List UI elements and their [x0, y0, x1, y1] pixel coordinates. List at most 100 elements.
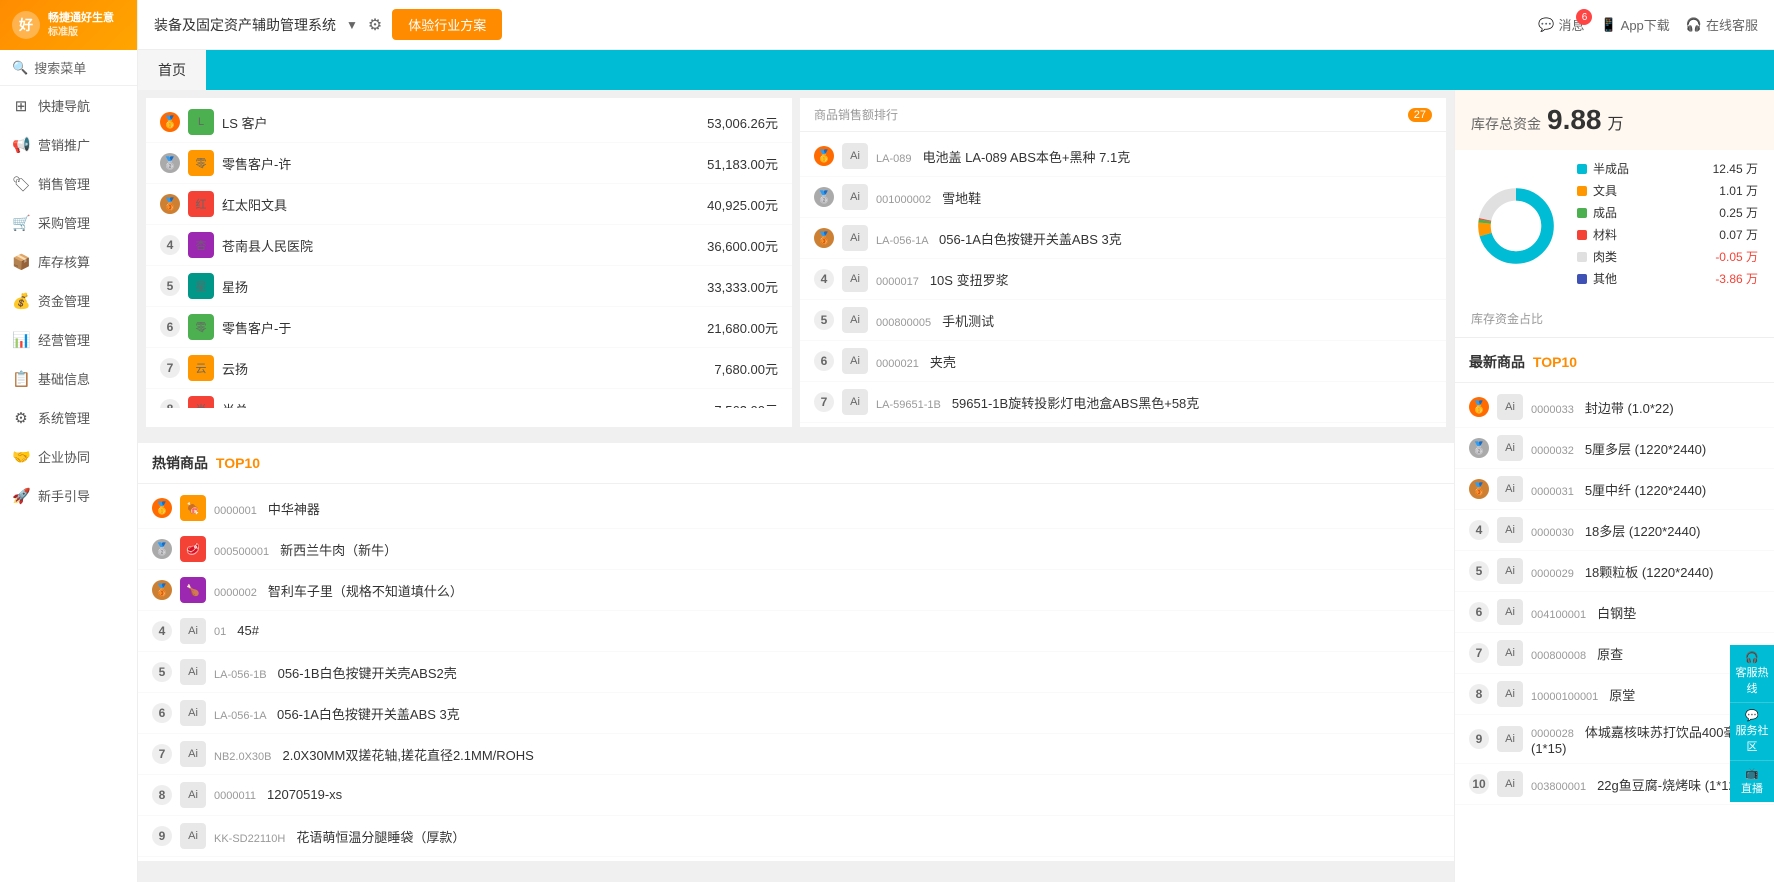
customer-rank-item-4: 4 杏 苍南县人民医院 36,600.00元	[146, 225, 792, 266]
hot-product-5: 5 Ai LA-056-1B 056-1B白色按键开关壳ABS2壳	[138, 652, 1454, 693]
inventory-icon: 📦	[12, 253, 30, 271]
customer-avatar-4: 杏	[188, 232, 214, 258]
stock-chart-area: 半成品 12.45 万 文具 1.01 万 成品 0.25 万	[1455, 150, 1774, 306]
tab-home[interactable]: 首页	[138, 50, 206, 90]
customer-amount-2: 51,183.00元	[707, 154, 778, 173]
hot-info-5: LA-056-1B 056-1B白色按键开关壳ABS2壳	[214, 663, 1440, 682]
main-content: 装备及固定资产辅助管理系统 ▼ ⚙ 体验行业方案 💬 消息 6 📱 App下载 …	[138, 0, 1774, 882]
new-rank-3: 🥉	[1469, 479, 1489, 499]
product-thumb-7: Ai	[842, 389, 868, 415]
product-thumb-5: Ai	[842, 307, 868, 333]
new-product-4: 4 Ai 0000030 18多层 (1220*2440)	[1455, 510, 1774, 551]
float-btn-community[interactable]: 💬 服务社区	[1730, 703, 1774, 761]
prank-num-7: 7	[814, 392, 834, 412]
new-thumb-7: Ai	[1497, 640, 1523, 666]
rank-num-8: 8	[160, 399, 180, 408]
dropdown-arrow[interactable]: ▼	[346, 18, 358, 32]
hot-product-4: 4 Ai 01 45#	[138, 611, 1454, 652]
hot-product-1: 🥇 🍖 0000001 中华神器	[138, 488, 1454, 529]
operations-icon: 📊	[12, 331, 30, 349]
hot-rank-6: 6	[152, 703, 172, 723]
customer-rank-list: 🥇 L LS 客户 53,006.26元 🥈 零 零售客户-许 51,183.0…	[146, 98, 792, 408]
rank-num-3: 🥉	[160, 194, 180, 214]
product-rank-section: 商品销售额排行 27 🥇 Ai LA-089 电池盖 LA-089 ABS本色+…	[800, 98, 1446, 427]
purchase-icon: 🛒	[12, 214, 30, 232]
topbar: 装备及固定资产辅助管理系统 ▼ ⚙ 体验行业方案 💬 消息 6 📱 App下载 …	[138, 0, 1774, 50]
customer-avatar-7: 云	[188, 355, 214, 381]
float-btn-service[interactable]: 🎧 客服热线	[1730, 645, 1774, 703]
company-icon: 🤝	[12, 448, 30, 466]
live-icon: 📺	[1732, 767, 1772, 780]
search-icon: 🔍	[12, 60, 28, 76]
sidebar-item-operations[interactable]: 📊 经营管理	[0, 320, 137, 359]
newest-products-section: 最新商品 TOP10 🥇 Ai 0000033 封边带 (1.0*22) 🥈 A…	[1455, 337, 1774, 809]
hot-products-header: 热销商品 TOP10	[138, 443, 1454, 484]
hot-thumb-2: 🥩	[180, 536, 206, 562]
float-btn-live[interactable]: 📺 直播	[1730, 761, 1774, 802]
online-service-link[interactable]: 🎧 在线客服	[1686, 15, 1758, 34]
messages-link[interactable]: 💬 消息 6	[1538, 15, 1584, 34]
hot-products-list: 🥇 🍖 0000001 中华神器 🥈 🥩 000500001 新西兰牛肉（新牛）…	[138, 484, 1454, 861]
customer-rank-item-3: 🥉 红 红太阳文具 40,925.00元	[146, 184, 792, 225]
legend-dot-1	[1577, 164, 1587, 174]
quick-nav-icon: ⊞	[12, 97, 30, 115]
sidebar-item-company[interactable]: 🤝 企业协同	[0, 437, 137, 476]
new-rank-9: 9	[1469, 729, 1489, 749]
legend-item-5: 肉类 -0.05 万	[1577, 248, 1758, 265]
customer-rank-item-5: 5 星 星扬 33,333.00元	[146, 266, 792, 307]
legend-dot-6	[1577, 274, 1587, 284]
new-thumb-8: Ai	[1497, 681, 1523, 707]
rank-num-1: 🥇	[160, 112, 180, 132]
sidebar-item-sales[interactable]: 🏷 销售管理	[0, 164, 137, 203]
customer-name-1: LS 客户	[222, 113, 699, 132]
sidebar-item-marketing[interactable]: 📢 营销推广	[0, 125, 137, 164]
sidebar-item-guide[interactable]: 🚀 新手引导	[0, 476, 137, 515]
new-info-3: 0000031 5厘中纤 (1220*2440)	[1531, 480, 1760, 499]
customer-amount-6: 21,680.00元	[707, 318, 778, 337]
hot-product-3: 🥉 🍗 0000002 智利车子里（规格不知道填什么）	[138, 570, 1454, 611]
sidebar-item-basics[interactable]: 📋 基础信息	[0, 359, 137, 398]
product-info-6: 0000021 夹壳	[876, 352, 1432, 371]
new-info-4: 0000030 18多层 (1220*2440)	[1531, 521, 1760, 540]
customer-avatar-3: 红	[188, 191, 214, 217]
customer-rank-item-1: 🥇 L LS 客户 53,006.26元	[146, 102, 792, 143]
finance-icon: 💰	[12, 292, 30, 310]
new-thumb-9: Ai	[1497, 726, 1523, 752]
rank-num-7: 7	[160, 358, 180, 378]
new-rank-7: 7	[1469, 643, 1489, 663]
new-thumb-1: Ai	[1497, 394, 1523, 420]
new-info-7: 000800008 原查	[1531, 644, 1760, 663]
new-rank-6: 6	[1469, 602, 1489, 622]
hot-rank-4: 4	[152, 621, 172, 641]
stock-footer: 库存资金占比	[1455, 306, 1774, 337]
rank-num-2: 🥈	[160, 153, 180, 173]
app-download-link[interactable]: 📱 App下载	[1600, 15, 1669, 34]
sidebar-item-purchase[interactable]: 🛒 采购管理	[0, 203, 137, 242]
trial-button[interactable]: 体验行业方案	[392, 9, 502, 40]
customer-name-6: 零售客户-于	[222, 318, 699, 337]
sidebar-item-inventory[interactable]: 📦 库存核算	[0, 242, 137, 281]
new-product-5: 5 Ai 0000029 18颗粒板 (1220*2440)	[1455, 551, 1774, 592]
product-info-1: LA-089 电池盖 LA-089 ABS本色+黑种 7.1克	[876, 147, 1432, 166]
new-thumb-5: Ai	[1497, 558, 1523, 584]
new-rank-5: 5	[1469, 561, 1489, 581]
sidebar-item-quick-nav[interactable]: ⊞ 快捷导航	[0, 86, 137, 125]
message-icon: 💬	[1538, 17, 1554, 33]
new-thumb-3: Ai	[1497, 476, 1523, 502]
hot-thumb-9: Ai	[180, 823, 206, 849]
sidebar-item-finance[interactable]: 💰 资金管理	[0, 281, 137, 320]
hot-info-1: 0000001 中华神器	[214, 499, 1440, 518]
customer-amount-4: 36,600.00元	[707, 236, 778, 255]
customer-avatar-2: 零	[188, 150, 214, 176]
sidebar-item-system[interactable]: ⚙ 系统管理	[0, 398, 137, 437]
newest-products-header: 最新商品 TOP10	[1455, 342, 1774, 383]
hot-rank-5: 5	[152, 662, 172, 682]
hot-thumb-4: Ai	[180, 618, 206, 644]
stock-donut-chart	[1471, 181, 1561, 271]
search-menu[interactable]: 🔍 搜索菜单	[0, 50, 137, 86]
settings-icon[interactable]: ⚙	[368, 15, 382, 35]
hot-rank-8: 8	[152, 785, 172, 805]
product-rank-item-5: 5 Ai 000800005 手机测试	[800, 300, 1446, 341]
app-logo: 好 畅捷通好生意 标准版	[0, 0, 137, 50]
hot-thumb-1: 🍖	[180, 495, 206, 521]
